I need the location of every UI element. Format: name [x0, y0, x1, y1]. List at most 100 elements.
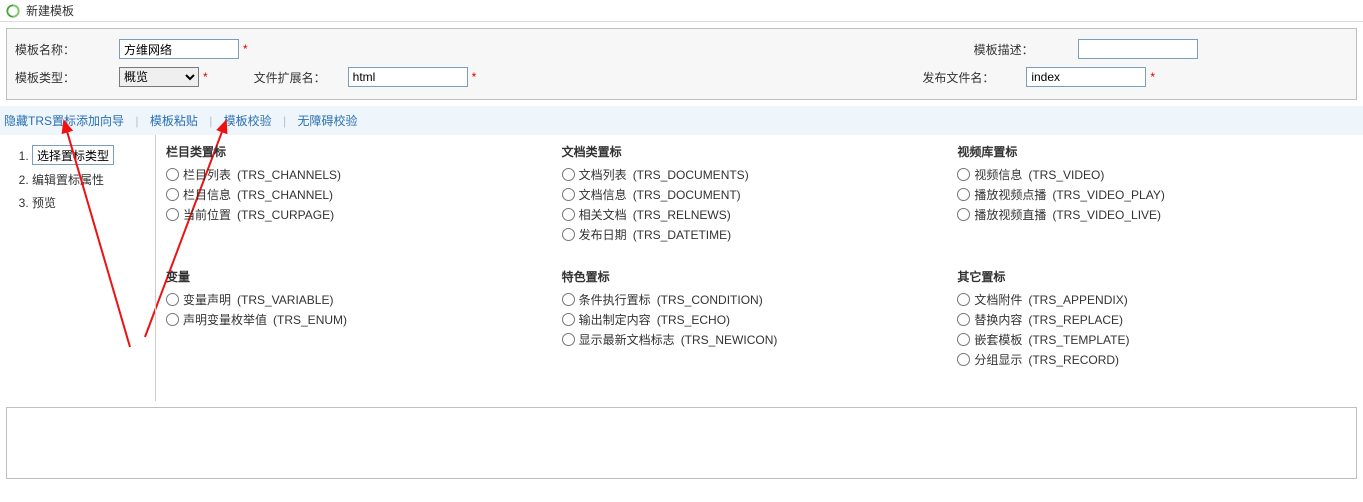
- template-name-label: 模板名称：: [9, 41, 119, 58]
- group-special-title: 特色置标: [562, 268, 938, 285]
- template-type-label: 模板类型：: [9, 69, 119, 86]
- opt-trs-record[interactable]: 分组显示 (TRS_RECORD): [957, 351, 1333, 368]
- opt-label: 播放视频直播: [974, 206, 1046, 223]
- opt-code: (TRS_ENUM): [273, 313, 347, 327]
- radio-trs-record[interactable]: [957, 353, 970, 366]
- opt-trs-document[interactable]: 文档信息 (TRS_DOCUMENT): [562, 186, 938, 203]
- group-channel-title: 栏目类置标: [166, 143, 542, 160]
- step-type-input[interactable]: [32, 145, 114, 165]
- opt-label: 变量声明: [183, 291, 231, 308]
- opt-trs-condition[interactable]: 条件执行置标 (TRS_CONDITION): [562, 291, 938, 308]
- opt-code: (TRS_VIDEO): [1028, 168, 1104, 182]
- opt-code: (TRS_NEWICON): [681, 333, 778, 347]
- opt-code: (TRS_RELNEWS): [633, 208, 731, 222]
- opt-code: (TRS_DOCUMENTS): [633, 168, 749, 182]
- radio-trs-curpage[interactable]: [166, 208, 179, 221]
- radio-trs-variable[interactable]: [166, 293, 179, 306]
- link-separator: |: [135, 114, 138, 128]
- editor-area[interactable]: [6, 407, 1357, 479]
- step-1: [32, 145, 149, 165]
- opt-trs-echo[interactable]: 输出制定内容 (TRS_ECHO): [562, 311, 938, 328]
- radio-trs-datetime[interactable]: [562, 228, 575, 241]
- opt-code: (TRS_VIDEO_PLAY): [1052, 188, 1164, 202]
- opt-label: 嵌套模板: [974, 331, 1022, 348]
- radio-trs-video-live[interactable]: [957, 208, 970, 221]
- radio-trs-condition[interactable]: [562, 293, 575, 306]
- link-accessibility-check[interactable]: 无障碍校验: [297, 114, 357, 128]
- opt-trs-relnews[interactable]: 相关文档 (TRS_RELNEWS): [562, 206, 938, 223]
- radio-trs-relnews[interactable]: [562, 208, 575, 221]
- group-variable: 变量 变量声明 (TRS_VARIABLE) 声明变量枚举值 (TRS_ENUM…: [166, 264, 562, 371]
- form-panel: 模板名称： * 模板描述： 模板类型： 概览 * 文件扩展名： * 发布文件名：…: [6, 28, 1357, 100]
- opt-code: (TRS_CHANNEL): [237, 188, 333, 202]
- opt-label: 条件执行置标: [579, 291, 651, 308]
- radio-trs-channels[interactable]: [166, 168, 179, 181]
- action-linkbar: 隐藏TRS置标添加向导 | 模板粘贴 | 模板校验 | 无障碍校验: [0, 106, 1363, 135]
- opt-trs-newicon[interactable]: 显示最新文档标志 (TRS_NEWICON): [562, 331, 938, 348]
- opt-label: 发布日期: [579, 226, 627, 243]
- opt-trs-appendix[interactable]: 文档附件 (TRS_APPENDIX): [957, 291, 1333, 308]
- opt-trs-datetime[interactable]: 发布日期 (TRS_DATETIME): [562, 226, 938, 243]
- opt-label: 播放视频点播: [974, 186, 1046, 203]
- opt-code: (TRS_CHANNELS): [237, 168, 341, 182]
- required-mark: *: [1150, 70, 1155, 84]
- group-video-title: 视频库置标: [957, 143, 1333, 160]
- opt-trs-documents[interactable]: 文档列表 (TRS_DOCUMENTS): [562, 166, 938, 183]
- radio-trs-appendix[interactable]: [957, 293, 970, 306]
- radio-trs-replace[interactable]: [957, 313, 970, 326]
- opt-label: 文档列表: [579, 166, 627, 183]
- publish-file-input[interactable]: [1026, 67, 1146, 87]
- template-type-select[interactable]: 概览: [119, 67, 199, 87]
- opt-trs-channels[interactable]: 栏目列表 (TRS_CHANNELS): [166, 166, 542, 183]
- opt-label: 声明变量枚举值: [183, 311, 267, 328]
- template-desc-input[interactable]: [1078, 39, 1198, 59]
- link-separator: |: [283, 114, 286, 128]
- radio-trs-document[interactable]: [562, 188, 575, 201]
- opt-code: (TRS_RECORD): [1028, 353, 1119, 367]
- radio-trs-enum[interactable]: [166, 313, 179, 326]
- opt-trs-video[interactable]: 视频信息 (TRS_VIDEO): [957, 166, 1333, 183]
- opt-label: 视频信息: [974, 166, 1022, 183]
- group-document: 文档类置标 文档列表 (TRS_DOCUMENTS) 文档信息 (TRS_DOC…: [562, 139, 958, 246]
- required-mark: *: [472, 70, 477, 84]
- group-variable-title: 变量: [166, 268, 542, 285]
- radio-trs-template[interactable]: [957, 333, 970, 346]
- opt-label: 栏目信息: [183, 186, 231, 203]
- opt-trs-replace[interactable]: 替换内容 (TRS_REPLACE): [957, 311, 1333, 328]
- window-title: 新建模板: [26, 2, 74, 19]
- opt-trs-curpage[interactable]: 当前位置 (TRS_CURPAGE): [166, 206, 542, 223]
- opt-trs-video-play[interactable]: 播放视频点播 (TRS_VIDEO_PLAY): [957, 186, 1333, 203]
- link-hide-wizard[interactable]: 隐藏TRS置标添加向导: [4, 114, 124, 128]
- opt-code: (TRS_REPLACE): [1028, 313, 1123, 327]
- opt-label: 文档信息: [579, 186, 627, 203]
- template-name-input[interactable]: [119, 39, 239, 59]
- file-ext-label: 文件扩展名：: [248, 69, 348, 86]
- radio-trs-channel[interactable]: [166, 188, 179, 201]
- opt-label: 栏目列表: [183, 166, 231, 183]
- link-paste-template[interactable]: 模板粘贴: [150, 114, 198, 128]
- opt-code: (TRS_TEMPLATE): [1028, 333, 1129, 347]
- opt-code: (TRS_DOCUMENT): [633, 188, 741, 202]
- opt-label: 显示最新文档标志: [579, 331, 675, 348]
- opt-code: (TRS_VARIABLE): [237, 293, 333, 307]
- radio-trs-echo[interactable]: [562, 313, 575, 326]
- radio-trs-newicon[interactable]: [562, 333, 575, 346]
- link-validate-template[interactable]: 模板校验: [224, 114, 272, 128]
- opt-trs-variable[interactable]: 变量声明 (TRS_VARIABLE): [166, 291, 542, 308]
- group-channel: 栏目类置标 栏目列表 (TRS_CHANNELS) 栏目信息 (TRS_CHAN…: [166, 139, 562, 246]
- opt-trs-channel[interactable]: 栏目信息 (TRS_CHANNEL): [166, 186, 542, 203]
- opt-label: 输出制定内容: [579, 311, 651, 328]
- radio-trs-documents[interactable]: [562, 168, 575, 181]
- opt-label: 分组显示: [974, 351, 1022, 368]
- opt-label: 当前位置: [183, 206, 231, 223]
- opt-label: 相关文档: [579, 206, 627, 223]
- file-ext-input[interactable]: [348, 67, 468, 87]
- radio-trs-video[interactable]: [957, 168, 970, 181]
- radio-trs-video-play[interactable]: [957, 188, 970, 201]
- link-separator: |: [209, 114, 212, 128]
- title-bar: 新建模板: [0, 0, 1363, 22]
- opt-code: (TRS_CONDITION): [657, 293, 763, 307]
- opt-trs-template[interactable]: 嵌套模板 (TRS_TEMPLATE): [957, 331, 1333, 348]
- opt-trs-video-live[interactable]: 播放视频直播 (TRS_VIDEO_LIVE): [957, 206, 1333, 223]
- opt-trs-enum[interactable]: 声明变量枚举值 (TRS_ENUM): [166, 311, 542, 328]
